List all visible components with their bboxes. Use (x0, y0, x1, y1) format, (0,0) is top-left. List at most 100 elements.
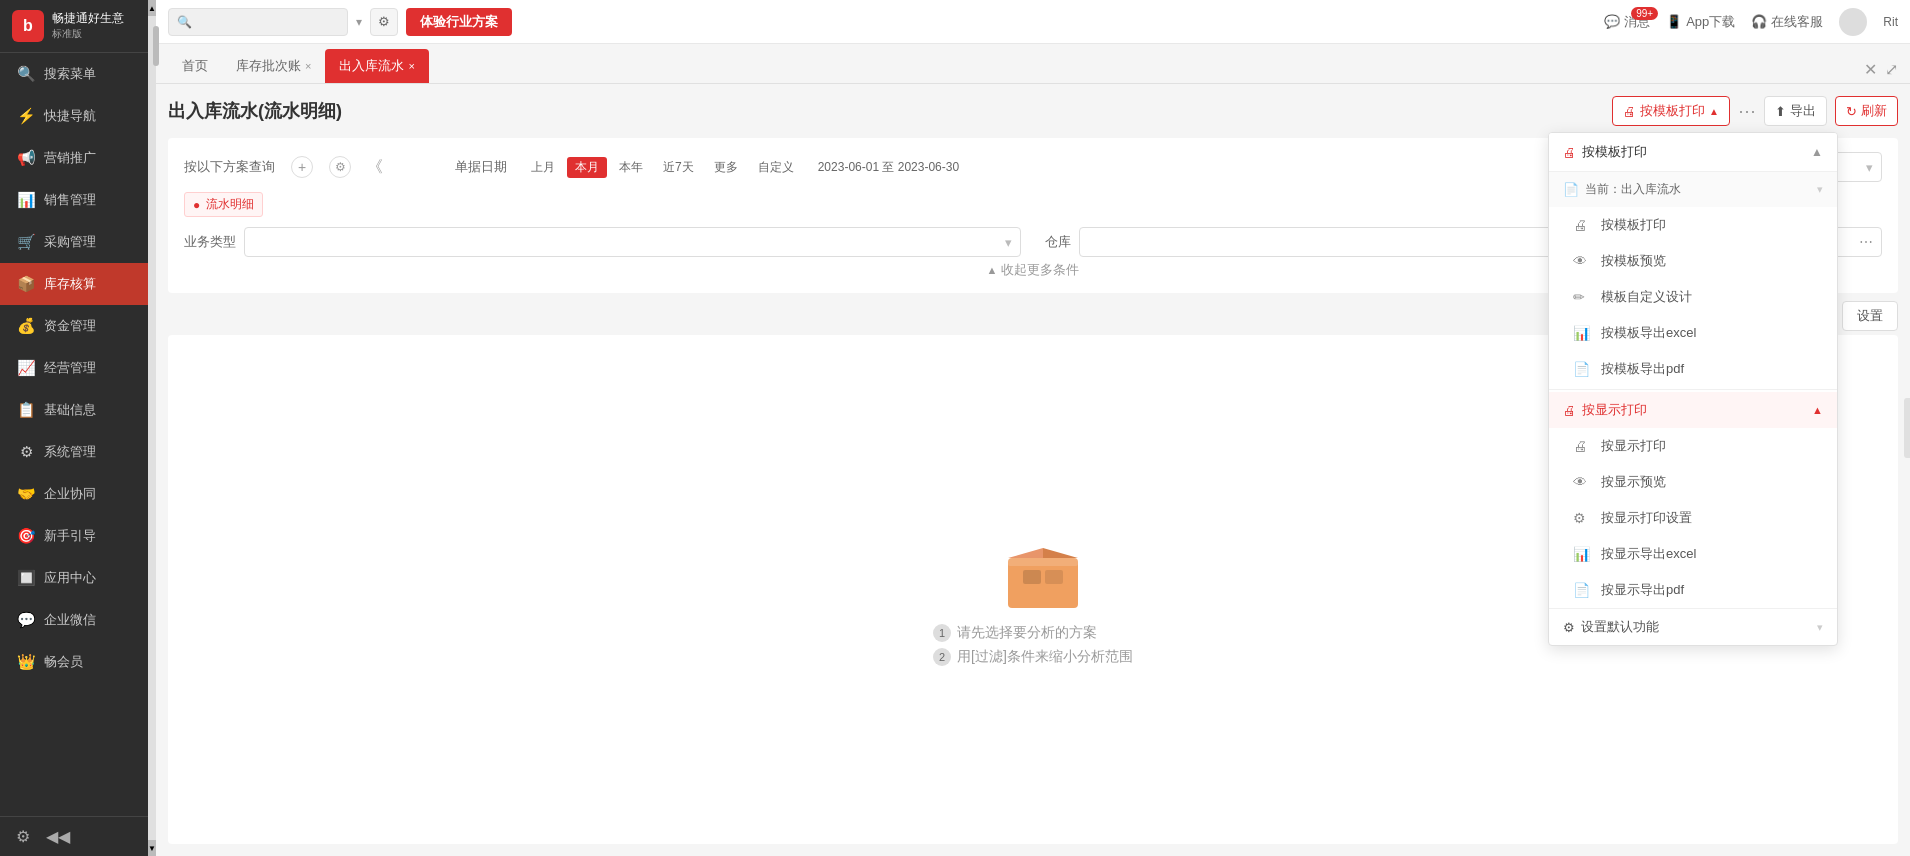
dropdown-display-section-header[interactable]: 🖨 按显示打印 ▲ (1549, 392, 1837, 428)
user-avatar[interactable] (1839, 8, 1867, 36)
biz-type-label: 业务类型 (184, 233, 236, 251)
filter-tag-icon: ● (193, 198, 200, 212)
filter-tag-flow: ● 流水明细 (184, 192, 263, 217)
tab-expand-icon[interactable]: ⤢ (1885, 60, 1898, 79)
svg-rect-5 (1008, 558, 1078, 566)
dropdown-current-template[interactable]: 📄 当前：出入库流水 ▾ (1549, 172, 1837, 207)
date-tab-last-month[interactable]: 上月 (523, 157, 563, 178)
sidebar-label-member: 畅会员 (44, 653, 83, 671)
scroll-down-btn[interactable]: ▼ (148, 840, 156, 856)
dropdown-pdf-template-item[interactable]: 📄 按模板导出pdf (1549, 351, 1837, 387)
hint-num-1: 1 (933, 624, 951, 642)
sidebar-item-search[interactable]: 🔍 搜索菜单 (0, 53, 148, 95)
print-dropdown-panel: 🖨 按模板打印 ▲ 📄 当前：出入库流水 ▾ 🖨 (1548, 132, 1838, 646)
sidebar-icon-basic: 📋 (16, 400, 36, 420)
more-actions-icon[interactable]: ⋯ (1738, 100, 1756, 122)
sidebar-item-inventory[interactable]: 📦 库存核算 (0, 263, 148, 305)
tab-close-all-icon[interactable]: ✕ (1864, 60, 1877, 79)
sidebar-item-system[interactable]: ⚙ 系统管理 (0, 431, 148, 473)
svg-rect-4 (1045, 570, 1063, 584)
warehouse-label: 仓库 (1045, 233, 1071, 251)
empty-hint-2: 2 用[过滤]条件来缩小分析范围 (933, 648, 1133, 666)
topbar-dropdown-icon[interactable]: ▾ (356, 15, 362, 29)
tab-inventory-flow[interactable]: 出入库流水 × (325, 49, 428, 83)
topbar-gear-btn[interactable]: ⚙ (370, 8, 398, 36)
dropdown-excel-display-item[interactable]: 📊 按显示导出excel (1549, 536, 1837, 572)
tab-inventory-flow-close[interactable]: × (408, 60, 414, 72)
filter-tag-label: 流水明细 (206, 196, 254, 213)
sidebar-item-quick-nav[interactable]: ⚡ 快捷导航 (0, 95, 148, 137)
dropdown-print-template-item[interactable]: 🖨 按模板打印 (1549, 207, 1837, 243)
sidebar-settings-icon[interactable]: ⚙ (16, 827, 30, 846)
sidebar-icon-marketing: 📢 (16, 148, 36, 168)
app-download-btn[interactable]: 📱 App下载 (1666, 13, 1735, 31)
biz-type-select[interactable]: ▾ (244, 227, 1021, 257)
topbar-search[interactable]: 🔍 (168, 8, 348, 36)
refresh-btn[interactable]: ↻ 刷新 (1835, 96, 1898, 126)
date-tab-year[interactable]: 本年 (611, 157, 651, 178)
design-icon: ✏ (1573, 289, 1591, 305)
sidebar-item-apps[interactable]: 🔲 应用中心 (0, 557, 148, 599)
dropdown-set-default-btn[interactable]: ⚙ 设置默认功能 ▾ (1549, 608, 1837, 645)
trial-btn[interactable]: 体验行业方案 (406, 8, 512, 36)
print-display-icon: 🖨 (1573, 438, 1591, 454)
filter-add-btn[interactable]: + (291, 156, 313, 178)
dropdown-preview-display-item[interactable]: 👁 按显示预览 (1549, 464, 1837, 500)
filter-collapse-btn[interactable]: 《 (367, 157, 383, 178)
sidebar-item-finance[interactable]: 💰 资金管理 (0, 305, 148, 347)
sidebar-item-guide[interactable]: 🎯 新手引导 (0, 515, 148, 557)
export-btn[interactable]: ⬆ 导出 (1764, 96, 1827, 126)
sidebar-collapse-icon[interactable]: ◀◀ (46, 827, 70, 846)
dropdown-excel-template-item[interactable]: 📊 按模板导出excel (1549, 315, 1837, 351)
sidebar-icon-inventory: 📦 (16, 274, 36, 294)
date-tab-7days[interactable]: 近7天 (655, 157, 702, 178)
sidebar-item-member[interactable]: 👑 畅会员 (0, 641, 148, 683)
date-tab-custom[interactable]: 自定义 (750, 157, 802, 178)
sidebar: b 畅捷通好生意 标准版 🔍 搜索菜单 ⚡ 快捷导航 📢 营销推广 📊 销售管理… (0, 0, 148, 856)
collapse-label: 收起更多条件 (1001, 261, 1079, 279)
sidebar-label-wechat: 企业微信 (44, 611, 96, 629)
dropdown-pdf-display-item[interactable]: 📄 按显示导出pdf (1549, 572, 1837, 608)
print-template-btn[interactable]: 🖨 按模板打印 ▲ (1612, 96, 1730, 126)
dropdown-preview-template-item[interactable]: 👁 按模板预览 (1549, 243, 1837, 279)
sidebar-icon-finance: 💰 (16, 316, 36, 336)
sidebar-item-purchase[interactable]: 🛒 采购管理 (0, 221, 148, 263)
sidebar-label-finance: 资金管理 (44, 317, 96, 335)
date-tab-more[interactable]: 更多 (706, 157, 746, 178)
sidebar-label-cooperation: 企业协同 (44, 485, 96, 503)
dropdown-collapse-btn[interactable]: ▲ (1811, 145, 1823, 159)
sidebar-item-marketing[interactable]: 📢 营销推广 (0, 137, 148, 179)
tab-batch-account-close[interactable]: × (305, 60, 311, 72)
sidebar-label-marketing: 营销推广 (44, 149, 96, 167)
date-range: 2023-06-01 至 2023-06-30 (818, 159, 959, 176)
dropdown-design-template-item[interactable]: ✏ 模板自定义设计 (1549, 279, 1837, 315)
page-header: 出入库流水(流水明细) 🖨 按模板打印 ▲ ⋯ ⬆ 导出 ↻ 刷新 (168, 96, 1898, 126)
print-icon: 🖨 (1573, 217, 1591, 233)
sidebar-label-operations: 经营管理 (44, 359, 96, 377)
date-label: 单据日期 (455, 158, 507, 176)
user-name[interactable]: Rit (1883, 15, 1898, 29)
tab-batch-account[interactable]: 库存批次账 × (222, 49, 325, 83)
main-area: 🔍 ▾ ⚙ 体验行业方案 💬 消息 99+ 📱 App下载 🎧 在线客服 Rit (156, 0, 1910, 856)
topbar: 🔍 ▾ ⚙ 体验行业方案 💬 消息 99+ 📱 App下载 🎧 在线客服 Rit (156, 0, 1910, 44)
right-edge-indicator[interactable] (1904, 398, 1910, 458)
sidebar-label-inventory: 库存核算 (44, 275, 96, 293)
settings-btn[interactable]: 设置 (1842, 301, 1898, 331)
sidebar-icon-purchase: 🛒 (16, 232, 36, 252)
sidebar-item-operations[interactable]: 📈 经营管理 (0, 347, 148, 389)
online-service-btn[interactable]: 🎧 在线客服 (1751, 13, 1823, 31)
sidebar-item-wechat[interactable]: 💬 企业微信 (0, 599, 148, 641)
app-logo-icon: b (12, 10, 44, 42)
date-tab-current-month[interactable]: 本月 (567, 157, 607, 178)
dropdown-settings-display-item[interactable]: ⚙ 按显示打印设置 (1549, 500, 1837, 536)
message-btn[interactable]: 💬 消息 99+ (1604, 13, 1650, 31)
scroll-up-btn[interactable]: ▲ (148, 0, 156, 16)
tab-home[interactable]: 首页 (168, 49, 222, 83)
date-tabs: 上月 本月 本年 近7天 更多 自定义 (523, 157, 802, 178)
filter-settings-btn[interactable]: ⚙ (329, 156, 351, 178)
sidebar-icon-apps: 🔲 (16, 568, 36, 588)
sidebar-item-sales[interactable]: 📊 销售管理 (0, 179, 148, 221)
sidebar-item-cooperation[interactable]: 🤝 企业协同 (0, 473, 148, 515)
sidebar-item-basic[interactable]: 📋 基础信息 (0, 389, 148, 431)
dropdown-print-display-item[interactable]: 🖨 按显示打印 (1549, 428, 1837, 464)
